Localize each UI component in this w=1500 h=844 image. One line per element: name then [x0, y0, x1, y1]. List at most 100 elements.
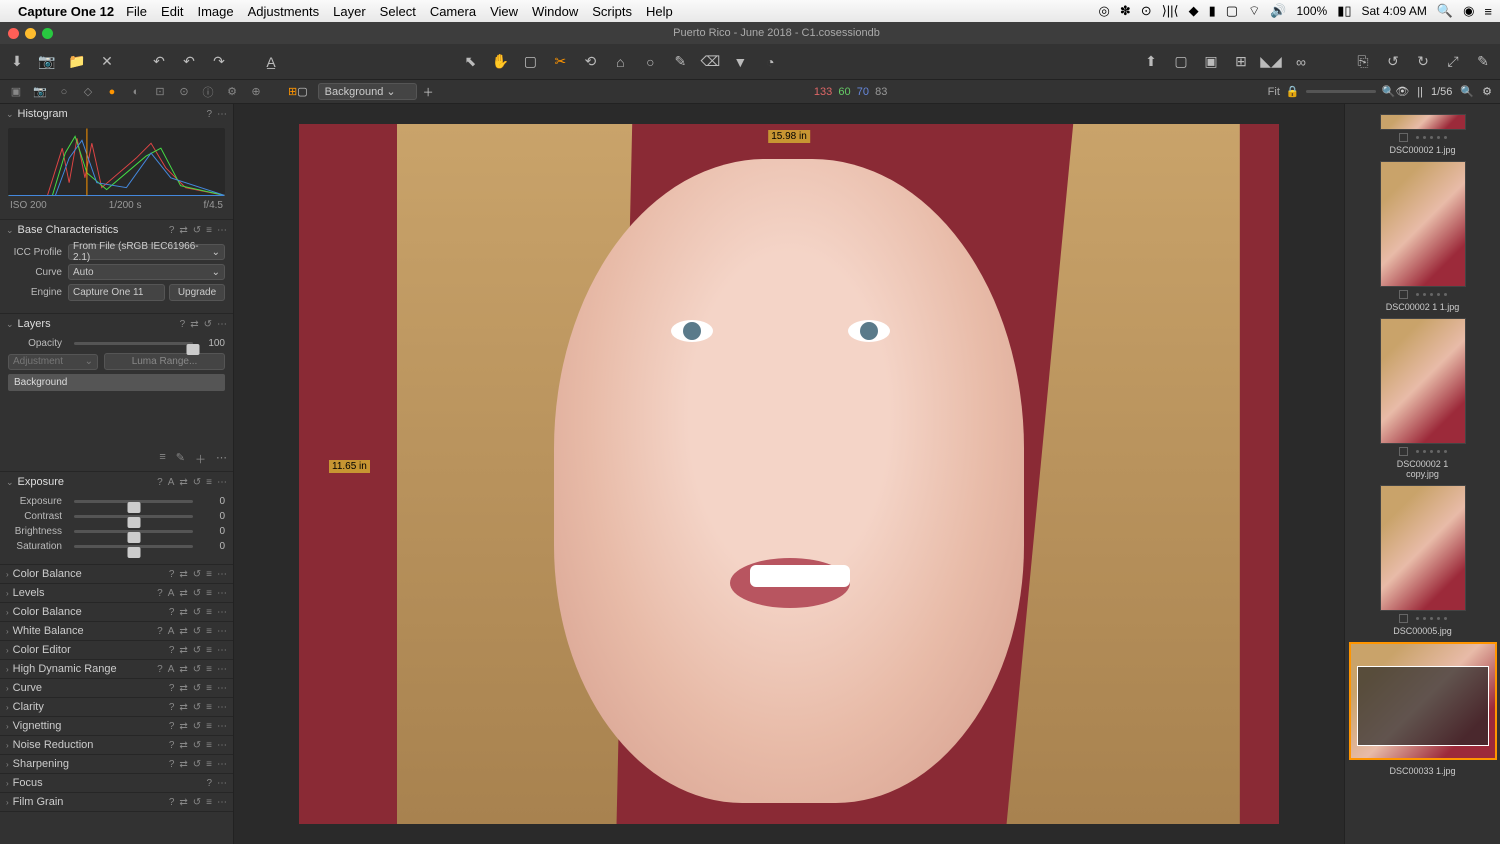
menu-file[interactable]: File	[126, 4, 147, 19]
panel-levels[interactable]: ›Levels?A⇄↺≡⋯	[0, 584, 233, 603]
copy-icon[interactable]: ⇄	[179, 588, 187, 599]
panel-vignetting[interactable]: ›Vignetting?⇄↺≡⋯	[0, 717, 233, 736]
panel-focus[interactable]: ›Focus?⋯	[0, 774, 233, 793]
thumbnail-rating[interactable]	[1380, 614, 1466, 623]
radial-mask-icon[interactable]: ◔	[761, 53, 779, 71]
curve-select[interactable]: Auto⌄	[68, 264, 225, 280]
menu-icon[interactable]: ⋯	[217, 797, 227, 808]
reset-icon[interactable]: ↺	[193, 569, 201, 580]
siri-icon[interactable]: ◉	[1463, 3, 1474, 19]
erase-mask-icon[interactable]: ⌫	[701, 53, 719, 71]
copy-icon[interactable]: ⇄	[179, 702, 187, 713]
help-icon[interactable]: ?	[157, 664, 163, 675]
layer-background[interactable]: Background	[8, 374, 225, 391]
clock[interactable]: Sat 4:09 AM	[1362, 4, 1427, 18]
delete-icon[interactable]: ✕	[98, 53, 116, 71]
thumbnail[interactable]: DSC00002 1 1.jpg	[1380, 161, 1466, 312]
grid-icon[interactable]: ⊞	[1232, 53, 1250, 71]
wifi-icon[interactable]: ⌔	[1248, 3, 1260, 19]
menu-select[interactable]: Select	[380, 4, 416, 19]
reset-icon[interactable]: ↺	[193, 607, 201, 618]
zoom-slider[interactable]	[1306, 90, 1376, 93]
status-icon[interactable]: ✽	[1120, 3, 1131, 19]
color-tab-icon[interactable]: ●	[104, 84, 120, 100]
menu-scripts[interactable]: Scripts	[592, 4, 632, 19]
preset-icon[interactable]: ≡	[206, 702, 212, 713]
copy-icon[interactable]: ⇄	[190, 319, 198, 330]
help-icon[interactable]: ?	[180, 319, 186, 330]
help-icon[interactable]: ?	[169, 759, 175, 770]
luma-range-button[interactable]: Luma Range...	[104, 353, 225, 370]
help-icon[interactable]: ?	[169, 702, 175, 713]
reset-icon[interactable]: ↺	[193, 626, 201, 637]
preset-icon[interactable]: ≡	[206, 645, 212, 656]
help-icon[interactable]: ?	[157, 626, 163, 637]
layers-header[interactable]: ⌄ Layers ?⇄↺⋯	[0, 314, 233, 334]
reset-icon[interactable]: ↺	[193, 797, 201, 808]
menu-icon[interactable]: ⋯	[217, 740, 227, 751]
help-icon[interactable]: ?	[169, 569, 175, 580]
preset-icon[interactable]: ≡	[206, 740, 212, 751]
base-char-header[interactable]: ⌄ Base Characteristics ?⇄↺≡⋯	[0, 220, 233, 240]
thumbnail[interactable]: DSC00002 1.jpg	[1380, 114, 1466, 155]
output-tab-icon[interactable]: ⚙	[224, 84, 240, 100]
panel-high dynamic range[interactable]: ›High Dynamic Range?A⇄↺≡⋯	[0, 660, 233, 679]
menu-icon[interactable]: ⋯	[217, 778, 227, 789]
auto-icon[interactable]: A	[168, 588, 175, 599]
spot-tool-icon[interactable]: ○	[641, 53, 659, 71]
exp-slider-2[interactable]	[74, 530, 193, 533]
exp-slider-1[interactable]	[74, 515, 193, 518]
help-icon[interactable]: ?	[169, 225, 175, 236]
layer-brush-icon[interactable]: ✎	[176, 451, 185, 467]
thumbnail-image[interactable]	[1380, 161, 1466, 287]
opacity-slider[interactable]	[74, 342, 193, 345]
copy-icon[interactable]: ⇄	[179, 477, 187, 488]
exp-slider-0[interactable]	[74, 500, 193, 503]
status-icon[interactable]: ◎	[1099, 3, 1110, 19]
pause-icon[interactable]: ||	[1417, 86, 1423, 98]
metadata-tab-icon[interactable]: ⓘ	[200, 84, 216, 100]
menu-camera[interactable]: Camera	[430, 4, 476, 19]
copy-icon[interactable]: ⇄	[179, 721, 187, 732]
status-icon[interactable]: ◆	[1189, 3, 1199, 19]
preset-icon[interactable]: ≡	[206, 588, 212, 599]
auto-icon[interactable]: A	[168, 477, 175, 488]
preset-icon[interactable]: ≡	[206, 477, 212, 488]
exp-slider-3[interactable]	[74, 545, 193, 548]
image-canvas[interactable]: 15.98 in 11.65 in	[299, 124, 1279, 824]
icc-profile-select[interactable]: From File (sRGB IEC61966-2.1)⌄	[68, 244, 225, 260]
redo-icon[interactable]: ↷	[210, 53, 228, 71]
thumbnail-rating[interactable]	[1380, 133, 1466, 142]
thumbnail-rating[interactable]	[1380, 447, 1466, 456]
help-icon[interactable]: ?	[157, 588, 163, 599]
details-tab-icon[interactable]: ⊡	[152, 84, 168, 100]
menu-window[interactable]: Window	[532, 4, 578, 19]
capture-icon[interactable]: 📷	[38, 53, 56, 71]
reset-icon[interactable]: ↺	[193, 702, 201, 713]
undo-step-icon[interactable]: ↶	[180, 53, 198, 71]
copy-icon[interactable]: ⇄	[179, 664, 187, 675]
menu-icon[interactable]: ⋯	[217, 683, 227, 694]
copy-icon[interactable]: ⇄	[179, 645, 187, 656]
layer-add-icon[interactable]: ＋	[195, 451, 206, 467]
layer-type-select[interactable]: Adjustment⌄	[8, 354, 98, 370]
copy-icon[interactable]: ⇄	[179, 683, 187, 694]
rotate-right-icon[interactable]: ↻	[1414, 53, 1432, 71]
help-icon[interactable]: ?	[169, 683, 175, 694]
preset-icon[interactable]: ≡	[206, 683, 212, 694]
help-icon[interactable]: ?	[169, 607, 175, 618]
library-tab-icon[interactable]: ▣	[8, 84, 24, 100]
copy-icon[interactable]: ⇄	[179, 569, 187, 580]
crop-tab-icon[interactable]: ◇	[80, 84, 96, 100]
zoom-fit-button[interactable]: Fit	[1268, 86, 1280, 98]
zoom-lock-icon[interactable]: 🔒	[1286, 85, 1300, 98]
status-icon[interactable]: ▮	[1209, 3, 1216, 19]
adjust-tab-icon[interactable]: ⊙	[176, 84, 192, 100]
battery-icon[interactable]: ▮▯	[1337, 3, 1351, 19]
preset-icon[interactable]: ≡	[206, 225, 212, 236]
menu-icon[interactable]: ⋯	[217, 645, 227, 656]
panel-white balance[interactable]: ›White Balance?A⇄↺≡⋯	[0, 622, 233, 641]
help-icon[interactable]: ?	[169, 797, 175, 808]
edit-icon[interactable]: ✎	[1474, 53, 1492, 71]
search-icon[interactable]: 🔍	[1460, 85, 1474, 98]
